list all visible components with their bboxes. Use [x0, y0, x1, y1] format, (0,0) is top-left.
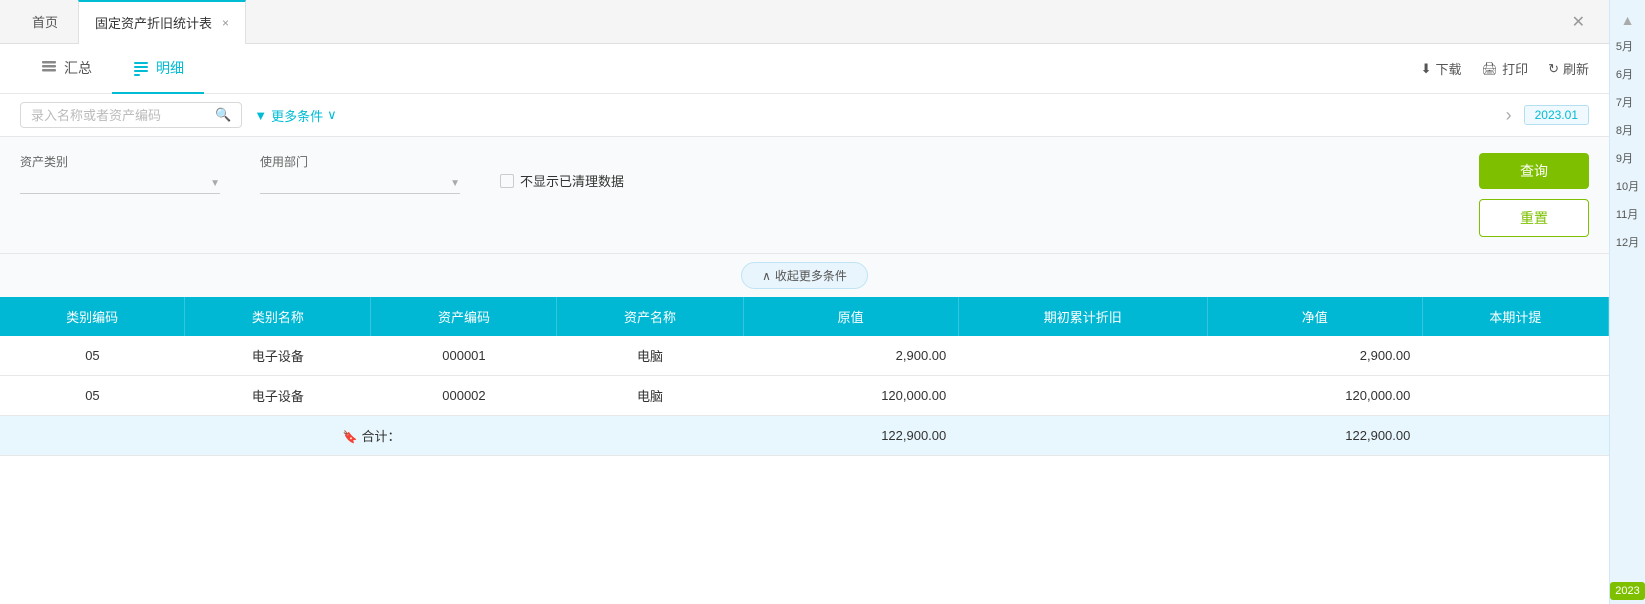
- refresh-icon: ↻: [1548, 61, 1559, 77]
- use-department-select[interactable]: ▼: [260, 174, 460, 194]
- use-department-field: 使用部门 ▼: [260, 153, 460, 194]
- sidebar-month[interactable]: 6月: [1616, 60, 1639, 88]
- toolbar-right: ⬇ 下载 🖨 打印 ↻ 刷新: [1421, 59, 1589, 78]
- asset-category-label: 资产类别: [20, 153, 220, 170]
- expand-right-icon[interactable]: ›: [1506, 105, 1512, 126]
- window-close-button[interactable]: ✕: [1564, 8, 1593, 36]
- cell-current-provision: [1422, 336, 1608, 376]
- collapse-bar: ∧ 收起更多条件: [0, 254, 1609, 297]
- layers-icon: [40, 59, 58, 77]
- right-sidebar: ▲ 5月6月7月8月9月10月11月12月 2023: [1609, 0, 1645, 604]
- asset-category-select[interactable]: ▼: [20, 174, 220, 194]
- hide-cleared-row: 不显示已清理数据: [500, 171, 624, 190]
- more-filter-button[interactable]: ▼ 更多条件 ∨: [254, 106, 336, 125]
- refresh-button[interactable]: ↻ 刷新: [1548, 59, 1589, 78]
- col-net-value: 净值: [1207, 297, 1422, 336]
- total-original: 122,900.00: [743, 416, 958, 456]
- data-table: 类别编码 类别名称 资产编码 资产名称 原值 期初累计折旧 净值 本期计提 05…: [0, 297, 1609, 456]
- col-asset-name: 资产名称: [557, 297, 743, 336]
- cell-category-name: 电子设备: [185, 376, 371, 416]
- filter-icon: ▼: [254, 108, 267, 123]
- col-asset-code: 资产编码: [371, 297, 557, 336]
- detail-icon: [132, 59, 150, 77]
- advanced-filter: 资产类别 ▼ 使用部门 ▼ 不显示已清理数据 查询 重置: [0, 137, 1609, 254]
- col-accumulated-depreciation: 期初累计折旧: [958, 297, 1207, 336]
- cell-category-name: 电子设备: [185, 336, 371, 376]
- sub-tab-bar: 汇总 明细 ⬇ 下载 🖨 打印 ↻: [0, 44, 1609, 94]
- sidebar-month[interactable]: 10月: [1616, 172, 1639, 200]
- sidebar-nav-up-icon[interactable]: ▲: [1621, 8, 1635, 32]
- cell-net-value: 120,000.00: [1207, 376, 1422, 416]
- total-label: 🔖合计：: [0, 416, 743, 456]
- sidebar-month[interactable]: 12月: [1616, 228, 1639, 256]
- hide-cleared-checkbox[interactable]: [500, 174, 514, 188]
- table-row[interactable]: 05 电子设备 000001 电脑 2,900.00 2,900.00: [0, 336, 1609, 376]
- cell-accumulated: [958, 376, 1207, 416]
- chevron-down-icon: ∨: [327, 107, 337, 123]
- sidebar-month[interactable]: 8月: [1616, 116, 1639, 144]
- tab-detail[interactable]: 明细: [112, 44, 204, 94]
- download-button[interactable]: ⬇ 下载: [1421, 59, 1462, 78]
- col-original-value: 原值: [743, 297, 958, 336]
- sidebar-month[interactable]: 5月: [1616, 32, 1639, 60]
- use-department-arrow: ▼: [450, 178, 460, 189]
- tab-close-icon[interactable]: ×: [222, 16, 229, 30]
- cell-category-code: 05: [0, 336, 185, 376]
- total-net: 122,900.00: [1207, 416, 1422, 456]
- download-icon: ⬇: [1421, 61, 1432, 77]
- cell-original-value: 120,000.00: [743, 376, 958, 416]
- total-accumulated: [958, 416, 1207, 456]
- refresh-label: 刷新: [1563, 59, 1589, 78]
- cell-asset-name: 电脑: [557, 376, 743, 416]
- print-label: 打印: [1502, 59, 1528, 78]
- query-button[interactable]: 查询: [1479, 153, 1589, 189]
- hide-cleared-label: 不显示已清理数据: [520, 171, 624, 190]
- sidebar-month[interactable]: 9月: [1616, 144, 1639, 172]
- cell-accumulated: [958, 336, 1207, 376]
- reset-button[interactable]: 重置: [1479, 199, 1589, 237]
- sidebar-month[interactable]: 11月: [1616, 200, 1639, 228]
- col-category-code: 类别编码: [0, 297, 185, 336]
- tab-summary[interactable]: 汇总: [20, 44, 112, 94]
- asset-category-field: 资产类别 ▼: [20, 153, 220, 194]
- table-header-row: 类别编码 类别名称 资产编码 资产名称 原值 期初累计折旧 净值 本期计提: [0, 297, 1609, 336]
- search-icon[interactable]: 🔍: [215, 107, 231, 123]
- collapse-label: 收起更多条件: [775, 267, 847, 284]
- print-button[interactable]: 🖨 打印: [1482, 59, 1529, 78]
- cell-asset-code: 000002: [371, 376, 557, 416]
- table-container: 类别编码 类别名称 资产编码 资产名称 原值 期初累计折旧 净值 本期计提 05…: [0, 297, 1609, 604]
- total-current: [1422, 416, 1608, 456]
- tab-summary-label: 汇总: [64, 58, 92, 78]
- use-department-label: 使用部门: [260, 153, 460, 170]
- col-current-provision: 本期计提: [1422, 297, 1608, 336]
- active-tab-label: 固定资产折旧统计表: [95, 13, 212, 32]
- sidebar-month[interactable]: 7月: [1616, 88, 1639, 116]
- sidebar-year-badge[interactable]: 2023: [1610, 582, 1644, 600]
- filter-bar: 🔍 ▼ 更多条件 ∨ › 2023.01: [0, 94, 1609, 137]
- cell-original-value: 2,900.00: [743, 336, 958, 376]
- date-badge: 2023.01: [1524, 105, 1589, 125]
- asset-category-arrow: ▼: [210, 178, 220, 189]
- total-icon: 🔖: [343, 430, 358, 444]
- cell-net-value: 2,900.00: [1207, 336, 1422, 376]
- action-buttons: 查询 重置: [1479, 153, 1589, 237]
- search-input-wrap: 🔍: [20, 102, 242, 128]
- cell-asset-name: 电脑: [557, 336, 743, 376]
- total-row: 🔖合计： 122,900.00 122,900.00: [0, 416, 1609, 456]
- chevron-up-icon: ∧: [762, 269, 771, 283]
- cell-asset-code: 000001: [371, 336, 557, 376]
- collapse-button[interactable]: ∧ 收起更多条件: [741, 262, 868, 289]
- download-label: 下载: [1436, 59, 1462, 78]
- cell-category-code: 05: [0, 376, 185, 416]
- print-icon: 🖨: [1482, 61, 1499, 77]
- search-input[interactable]: [31, 108, 211, 123]
- col-category-name: 类别名称: [185, 297, 371, 336]
- tab-home[interactable]: 首页: [16, 0, 74, 44]
- cell-current-provision: [1422, 376, 1608, 416]
- more-filter-label: 更多条件: [271, 106, 323, 125]
- tab-detail-label: 明细: [156, 58, 184, 78]
- table-row[interactable]: 05 电子设备 000002 电脑 120,000.00 120,000.00: [0, 376, 1609, 416]
- tab-bar: 首页 固定资产折旧统计表 × ✕: [0, 0, 1609, 44]
- tab-active[interactable]: 固定资产折旧统计表 ×: [78, 0, 246, 44]
